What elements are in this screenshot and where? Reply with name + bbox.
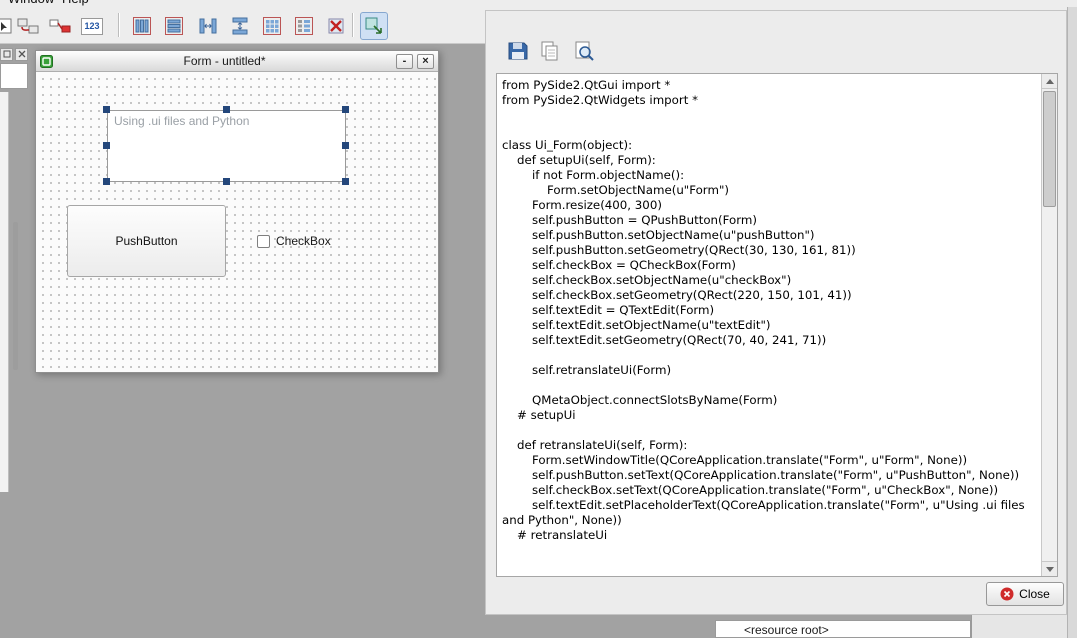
code-content: from PySide2.QtGui import * from PySide2… xyxy=(502,78,1039,572)
edit-buddies-icon xyxy=(49,16,71,36)
toolbar-edit-tab-order-button[interactable]: 123 xyxy=(78,12,106,40)
scroll-up-button[interactable] xyxy=(1042,74,1057,89)
selection-handle[interactable] xyxy=(103,142,110,149)
scroll-down-button[interactable] xyxy=(1042,561,1057,576)
toolbar-layout-form-button[interactable] xyxy=(290,12,318,40)
toolbar-layout-grid-button[interactable] xyxy=(258,12,286,40)
selection-handle[interactable] xyxy=(342,106,349,113)
code-vertical-scrollbar[interactable] xyxy=(1041,74,1057,576)
form-close-button[interactable]: × xyxy=(417,54,434,69)
close-button[interactable]: Close xyxy=(986,582,1064,606)
code-editor[interactable]: from PySide2.QtGui import * from PySide2… xyxy=(496,73,1058,577)
scrollbar-thumb[interactable] xyxy=(1043,91,1056,207)
code-copy-button[interactable] xyxy=(536,37,564,65)
right-dock-edge xyxy=(1067,7,1077,638)
toolbar-edit-signals-slots-button[interactable] xyxy=(14,12,42,40)
toolbar-adjust-size-button[interactable] xyxy=(360,12,388,40)
code-preview-dialog: from PySide2.QtGui import * from PySide2… xyxy=(485,10,1067,615)
edit-widgets-icon xyxy=(0,16,14,36)
edit-tab-order-icon: 123 xyxy=(81,18,102,35)
layout-vertical-splitter-icon xyxy=(230,16,250,36)
layout-horizontal-splitter-icon xyxy=(198,16,218,36)
layout-grid-icon xyxy=(262,16,282,36)
resource-browser-panel-edge xyxy=(971,615,1077,638)
layout-form-icon xyxy=(294,16,314,36)
textedit-widget[interactable]: Using .ui files and Python xyxy=(107,110,346,182)
pushbutton-label: PushButton xyxy=(115,234,177,248)
toolbar-layout-vertical-button[interactable] xyxy=(160,12,188,40)
selection-handle[interactable] xyxy=(342,178,349,185)
designer-form-icon xyxy=(40,55,53,68)
form-minimize-button[interactable]: - xyxy=(396,54,413,69)
edit-signals-slots-icon xyxy=(17,16,39,36)
selection-handle[interactable] xyxy=(342,142,349,149)
left-dock-header xyxy=(0,47,32,61)
find-icon xyxy=(572,39,596,63)
toolbar-layout-horizontal-splitter-button[interactable] xyxy=(194,12,222,40)
adjust-size-icon xyxy=(364,16,384,36)
float-icon xyxy=(3,50,11,58)
save-icon xyxy=(506,39,530,63)
layout-vertical-icon xyxy=(164,16,184,36)
menu-help[interactable]: Help xyxy=(62,0,89,6)
checkbox-widget[interactable]: CheckBox xyxy=(257,234,331,248)
layout-horizontal-icon xyxy=(132,16,152,36)
checkbox-label: CheckBox xyxy=(276,234,331,248)
form-canvas[interactable]: Using .ui files and Python PushButton Ch… xyxy=(36,72,438,372)
widgetbox-scrollbar-thumb[interactable] xyxy=(13,222,18,370)
resource-root-item[interactable]: <resource root> xyxy=(715,620,971,638)
selection-handle[interactable] xyxy=(223,178,230,185)
form-editor-window: Form - untitled* - × Using .ui files and… xyxy=(35,50,439,373)
close-icon xyxy=(18,50,26,58)
close-button-label: Close xyxy=(1019,587,1050,601)
toolbar-separator xyxy=(118,13,119,37)
arrow-down-icon xyxy=(1046,567,1054,572)
dock-float-button[interactable] xyxy=(0,48,13,61)
toolbar-layout-vertical-splitter-button[interactable] xyxy=(226,12,254,40)
toolbar-layout-horizontal-button[interactable] xyxy=(128,12,156,40)
menu-window[interactable]: Window xyxy=(8,0,54,6)
selection-handle[interactable] xyxy=(103,178,110,185)
checkbox-indicator xyxy=(257,235,270,248)
widgetbox-filter-input[interactable] xyxy=(0,63,28,89)
close-dialog-icon xyxy=(1000,587,1014,601)
pushbutton-widget[interactable]: PushButton xyxy=(67,205,226,277)
toolbar-edit-buddies-button[interactable] xyxy=(46,12,74,40)
textedit-placeholder: Using .ui files and Python xyxy=(114,114,249,128)
selection-handle[interactable] xyxy=(223,106,230,113)
code-save-button[interactable] xyxy=(504,37,532,65)
form-window-titlebar[interactable]: Form - untitled* - × xyxy=(36,51,438,72)
arrow-up-icon xyxy=(1046,79,1054,84)
toolbar-break-layout-button[interactable] xyxy=(322,12,350,40)
break-layout-icon xyxy=(326,16,346,36)
code-find-button[interactable] xyxy=(570,37,598,65)
copy-icon xyxy=(538,39,562,63)
qt-designer-screen: Window Help 123 xyxy=(0,0,1077,638)
dock-close-button[interactable] xyxy=(15,48,28,61)
toolbar-separator xyxy=(352,13,353,37)
widgetbox-panel-edge xyxy=(0,92,9,492)
selection-handle[interactable] xyxy=(103,106,110,113)
form-window-title: Form - untitled* xyxy=(57,54,392,68)
